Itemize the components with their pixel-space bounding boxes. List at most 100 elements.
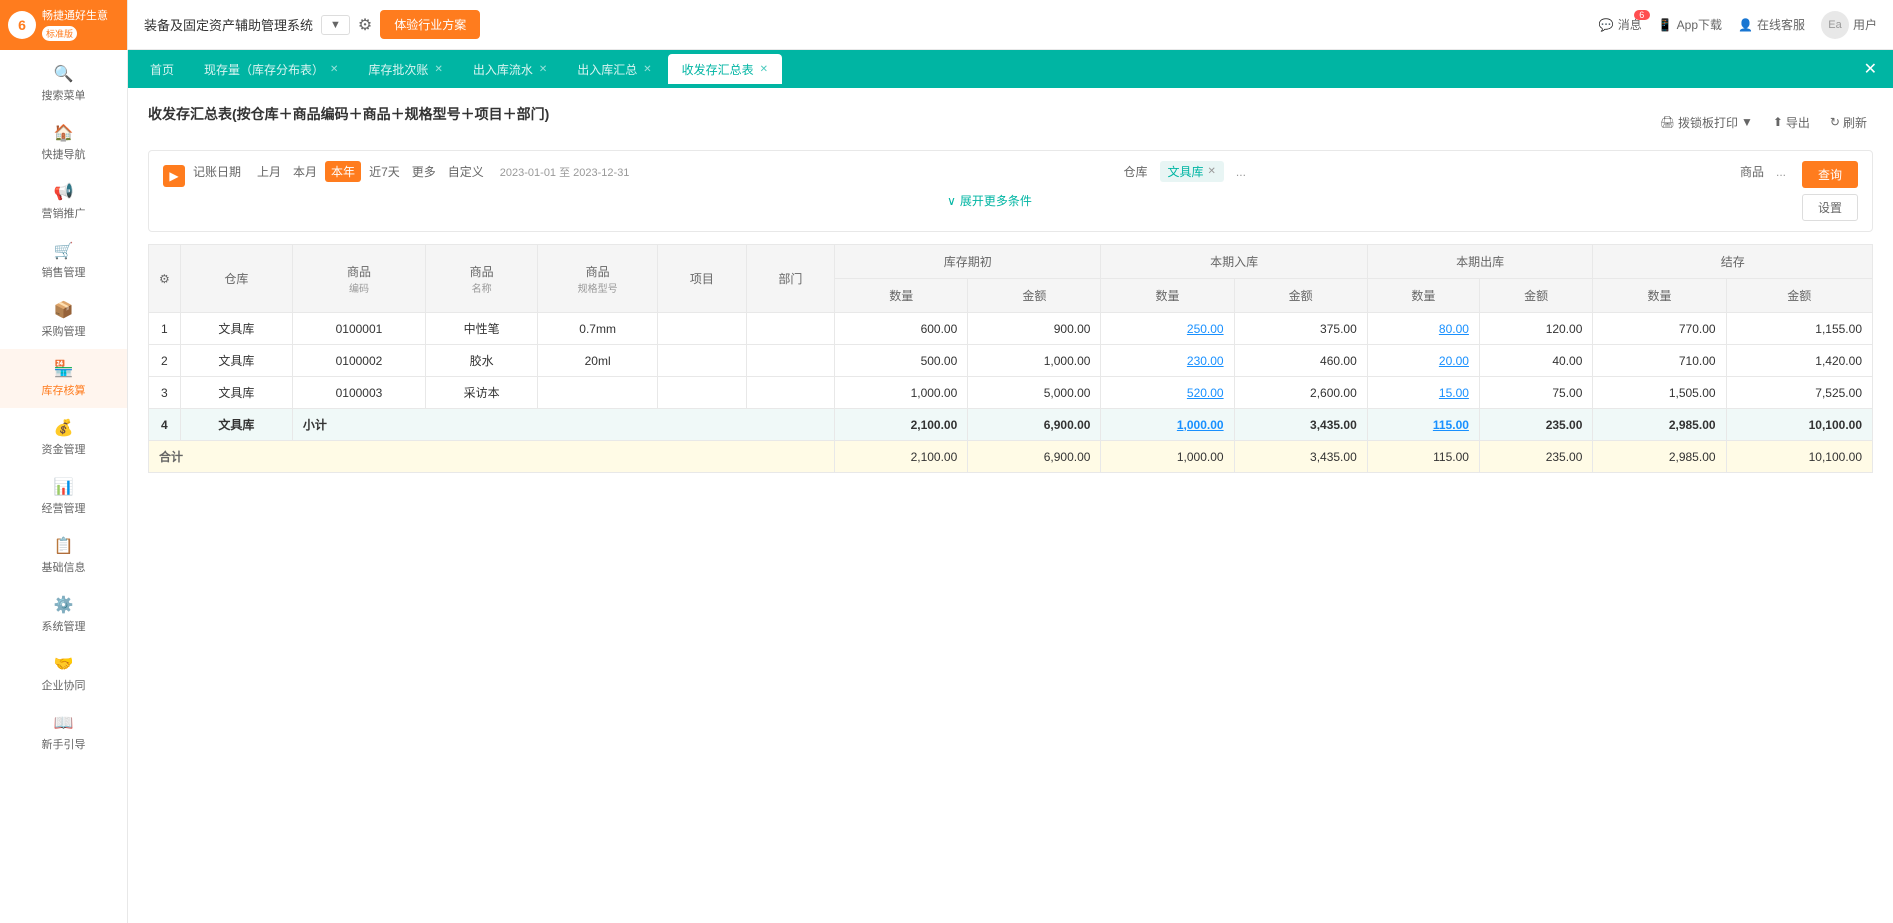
sidebar-item-system[interactable]: ⚙️ 系统管理 xyxy=(0,585,127,644)
subtotal-opening-amt: 6,900.00 xyxy=(968,409,1101,441)
cell-no: 1 xyxy=(149,313,181,345)
date-btn-custom[interactable]: 自定义 xyxy=(444,161,488,182)
cell-product-code: 0100001 xyxy=(292,313,425,345)
cell-balance-qty: 710.00 xyxy=(1593,345,1726,377)
sidebar-item-purchase[interactable]: 📦 采购管理 xyxy=(0,290,127,349)
cell-out-amt: 40.00 xyxy=(1479,345,1592,377)
subtotal-out-qty[interactable]: 115.00 xyxy=(1367,409,1479,441)
print-button[interactable]: 🖨 拨锁板打印 ▼ xyxy=(1654,111,1759,134)
online-service-icon: 👤 xyxy=(1738,18,1753,32)
export-icon: ⬆ xyxy=(1773,115,1783,129)
sidebar-item-marketing[interactable]: 📢 营销推广 xyxy=(0,172,127,231)
cell-in-qty[interactable]: 250.00 xyxy=(1101,313,1234,345)
date-btn-this-month[interactable]: 本月 xyxy=(289,161,321,182)
app-download-action[interactable]: 📱 App下载 xyxy=(1658,16,1722,33)
refresh-button[interactable]: ↻ 刷新 xyxy=(1824,111,1873,134)
th-balance: 结存 xyxy=(1593,245,1873,279)
sidebar: 6 畅捷通好生意 标准版 🔍 搜索菜单 🏠 快捷导航 📢 营销推广 🛒 销售管理… xyxy=(0,0,128,923)
subtotal-balance-qty: 2,985.00 xyxy=(1593,409,1726,441)
sidebar-item-quicknav-label: 快捷导航 xyxy=(42,146,86,162)
purchase-icon: 📦 xyxy=(54,300,74,320)
basic-info-icon: 📋 xyxy=(54,536,74,556)
tab-bar: 首页 现存量（库存分布表） ✕ 库存批次账 ✕ 出入库流水 ✕ 出入库汇总 ✕ … xyxy=(128,50,1893,88)
warehouse-tag-close[interactable]: ✕ xyxy=(1208,166,1216,177)
data-table: ⚙ 仓库 商品编码 商品名称 商品规格型号 项目 部门 库存期初 本期入库 本期… xyxy=(148,244,1873,473)
sidebar-item-system-label: 系统管理 xyxy=(42,618,86,634)
cell-project xyxy=(658,377,747,409)
sidebar-item-basic-info[interactable]: 📋 基础信息 xyxy=(0,526,127,585)
tab-stock-dist[interactable]: 现存量（库存分布表） ✕ xyxy=(190,54,352,84)
export-button[interactable]: ⬆ 导出 xyxy=(1767,111,1816,134)
tab-recv-send-summary-close[interactable]: ✕ xyxy=(760,64,768,75)
subtotal-in-qty[interactable]: 1,000.00 xyxy=(1101,409,1234,441)
th-settings[interactable]: ⚙ xyxy=(149,245,181,313)
product-more-button[interactable]: ... xyxy=(1776,165,1786,179)
warehouse-more-button[interactable]: ... xyxy=(1236,165,1246,179)
header-left: 装备及固定资产辅助管理系统 ▼ ⚙ 体验行业方案 xyxy=(144,10,480,39)
tab-batch-account-close[interactable]: ✕ xyxy=(434,64,442,75)
subtotal-out-amt: 235.00 xyxy=(1479,409,1592,441)
sidebar-item-search[interactable]: 🔍 搜索菜单 xyxy=(0,54,127,113)
user-action[interactable]: Ea 用户 xyxy=(1821,11,1877,39)
system-dropdown-button[interactable]: ▼ xyxy=(321,15,350,35)
tab-batch-account[interactable]: 库存批次账 ✕ xyxy=(354,54,456,84)
date-options: 上月 本月 本年 近7天 更多 自定义 xyxy=(253,161,488,182)
online-service-action[interactable]: 👤 在线客服 xyxy=(1738,16,1805,33)
settings-icon-button[interactable]: ⚙ xyxy=(358,15,372,35)
tab-recv-send-summary[interactable]: 收发存汇总表 ✕ xyxy=(668,54,782,84)
filter-settings-button[interactable]: 设置 xyxy=(1802,194,1858,221)
footer-out-amt: 235.00 xyxy=(1479,441,1592,473)
cell-opening-qty: 500.00 xyxy=(835,345,968,377)
cell-opening-amt: 1,000.00 xyxy=(968,345,1101,377)
cell-in-qty[interactable]: 520.00 xyxy=(1101,377,1234,409)
tab-in-out-flow-close[interactable]: ✕ xyxy=(539,64,547,75)
th-in: 本期入库 xyxy=(1101,245,1367,279)
message-action[interactable]: 💬 消息 6 xyxy=(1599,16,1642,33)
sidebar-item-guide[interactable]: 📖 新手引导 xyxy=(0,703,127,762)
date-btn-more[interactable]: 更多 xyxy=(408,161,440,182)
expand-conditions[interactable]: ∨ 展开更多条件 xyxy=(193,188,1786,213)
experience-button[interactable]: 体验行业方案 xyxy=(380,10,480,39)
print-dropdown-icon: ▼ xyxy=(1741,115,1753,129)
cell-product-code: 0100003 xyxy=(292,377,425,409)
cell-opening-qty: 1,000.00 xyxy=(835,377,968,409)
tab-in-out-summary-close[interactable]: ✕ xyxy=(643,64,651,75)
filter-arrow-button[interactable]: ▶ xyxy=(163,165,185,187)
th-warehouse: 仓库 xyxy=(180,245,292,313)
query-button[interactable]: 查询 xyxy=(1802,161,1858,188)
sidebar-item-operations[interactable]: 📊 经营管理 xyxy=(0,467,127,526)
tab-home[interactable]: 首页 xyxy=(136,54,188,84)
cell-in-qty[interactable]: 230.00 xyxy=(1101,345,1234,377)
sidebar-item-sales[interactable]: 🛒 销售管理 xyxy=(0,231,127,290)
warehouse-tag-text: 文具库 xyxy=(1168,163,1204,180)
cell-balance-amt: 7,525.00 xyxy=(1726,377,1872,409)
tab-stock-dist-close[interactable]: ✕ xyxy=(330,64,338,75)
cell-out-qty[interactable]: 15.00 xyxy=(1367,377,1479,409)
sidebar-item-inventory[interactable]: 🏪 库存核算 xyxy=(0,349,127,408)
marketing-icon: 📢 xyxy=(54,182,74,202)
cell-out-qty[interactable]: 80.00 xyxy=(1367,313,1479,345)
th-project: 项目 xyxy=(658,245,747,313)
avatar: Ea xyxy=(1821,11,1849,39)
cell-warehouse: 文具库 xyxy=(180,313,292,345)
tab-in-out-flow[interactable]: 出入库流水 ✕ xyxy=(459,54,561,84)
sidebar-item-quick-nav[interactable]: 🏠 快捷导航 xyxy=(0,113,127,172)
th-balance-amt: 金额 xyxy=(1726,279,1872,313)
product-label: 商品 xyxy=(1740,163,1764,180)
inventory-icon: 🏪 xyxy=(54,359,74,379)
sidebar-item-operations-label: 经营管理 xyxy=(42,500,86,516)
page-content: 收发存汇总表(按仓库＋商品编码＋商品＋规格型号＋项目＋部门) 🖨 拨锁板打印 ▼… xyxy=(128,88,1893,923)
sidebar-item-finance[interactable]: 💰 资金管理 xyxy=(0,408,127,467)
cell-no: 2 xyxy=(149,345,181,377)
tab-in-out-summary[interactable]: 出入库汇总 ✕ xyxy=(563,54,665,84)
sidebar-item-search-label: 搜索菜单 xyxy=(42,87,86,103)
date-btn-this-year[interactable]: 本年 xyxy=(325,161,361,182)
footer-opening-amt: 6,900.00 xyxy=(968,441,1101,473)
th-product-spec: 商品规格型号 xyxy=(538,245,658,313)
date-btn-7-days[interactable]: 近7天 xyxy=(365,161,404,182)
sidebar-item-collab[interactable]: 🤝 企业协同 xyxy=(0,644,127,703)
page-title: 收发存汇总表(按仓库＋商品编码＋商品＋规格型号＋项目＋部门) xyxy=(148,104,549,124)
tab-bar-close-all[interactable]: ✕ xyxy=(1856,59,1885,79)
cell-out-qty[interactable]: 20.00 xyxy=(1367,345,1479,377)
date-btn-last-month[interactable]: 上月 xyxy=(253,161,285,182)
